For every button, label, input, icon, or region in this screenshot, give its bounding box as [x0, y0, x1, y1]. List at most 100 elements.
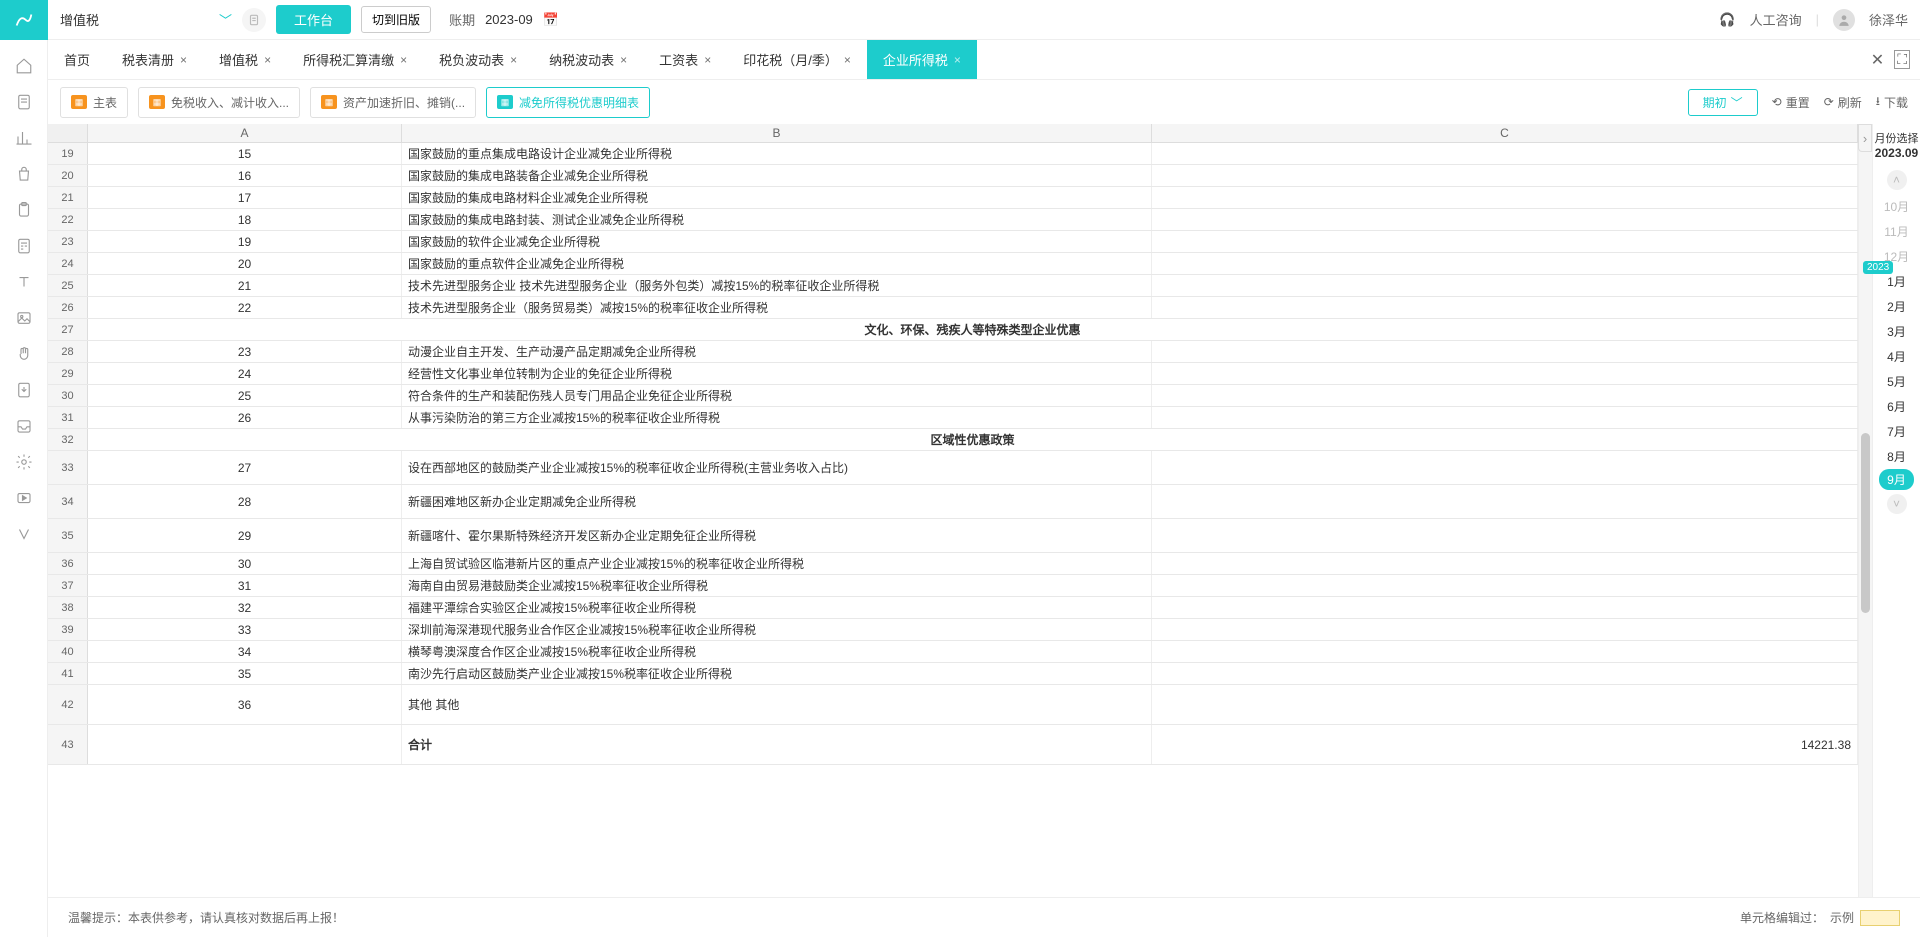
sub-tab-3[interactable]: ▦减免所得税优惠明细表	[486, 87, 650, 118]
row-header[interactable]: 26	[48, 297, 88, 318]
row-header[interactable]: 38	[48, 597, 88, 618]
close-icon[interactable]: ×	[180, 53, 187, 67]
cell-c[interactable]	[1152, 385, 1858, 406]
month-down-icon[interactable]: ˅	[1887, 494, 1907, 514]
cell-c[interactable]	[1152, 165, 1858, 186]
cell-a[interactable]: 20	[88, 253, 402, 274]
user-avatar[interactable]	[1833, 9, 1855, 31]
cell-b[interactable]: 动漫企业自主开发、生产动漫产品定期减免企业所得税	[402, 341, 1152, 362]
cell-c[interactable]	[1152, 341, 1858, 362]
month-up-icon[interactable]: ˄	[1887, 170, 1907, 190]
row-header[interactable]: 33	[48, 451, 88, 484]
cell-c[interactable]	[1152, 485, 1858, 518]
row-header[interactable]: 19	[48, 143, 88, 164]
tab-0[interactable]: 首页	[48, 40, 106, 79]
col-header-a[interactable]: A	[88, 124, 402, 142]
month-option[interactable]: 8月	[1873, 444, 1920, 469]
cell-c[interactable]	[1152, 363, 1858, 384]
row-header[interactable]: 27	[48, 319, 88, 340]
month-option[interactable]: 6月	[1873, 394, 1920, 419]
clipboard-icon[interactable]	[0, 192, 48, 228]
cell-a[interactable]: 30	[88, 553, 402, 574]
cell-a[interactable]: 25	[88, 385, 402, 406]
cell-b[interactable]: 国家鼓励的集成电路装备企业减免企业所得税	[402, 165, 1152, 186]
cell-b[interactable]: 国家鼓励的软件企业减免企业所得税	[402, 231, 1152, 252]
cell-c[interactable]	[1152, 685, 1858, 724]
cell-b[interactable]: 上海自贸试验区临港新片区的重点产业企业减按15%的税率征收企业所得税	[402, 553, 1152, 574]
cell-c[interactable]	[1152, 209, 1858, 230]
cell-c[interactable]	[1152, 275, 1858, 296]
cell-c[interactable]	[1152, 451, 1858, 484]
cell-b[interactable]: 海南自由贸易港鼓励类企业减按15%税率征收企业所得税	[402, 575, 1152, 596]
period-value[interactable]: 2023-09	[485, 12, 533, 27]
text-icon[interactable]	[0, 264, 48, 300]
tab-5[interactable]: 纳税波动表×	[533, 40, 643, 79]
row-header[interactable]: 25	[48, 275, 88, 296]
month-option[interactable]: 9月	[1879, 469, 1914, 490]
tab-7[interactable]: 印花税（月/季）×	[727, 40, 867, 79]
cell-b[interactable]: 符合条件的生产和装配伤残人员专门用品企业免征企业所得税	[402, 385, 1152, 406]
tab-8[interactable]: 企业所得税×	[867, 40, 977, 79]
switch-old-button[interactable]: 切到旧版	[361, 6, 431, 33]
row-header[interactable]: 40	[48, 641, 88, 662]
cell-c[interactable]	[1152, 663, 1858, 684]
col-header-b[interactable]: B	[402, 124, 1152, 142]
cell-b[interactable]: 福建平潭综合实验区企业减按15%税率征收企业所得税	[402, 597, 1152, 618]
cell-b[interactable]: 从事污染防治的第三方企业减按15%的税率征收企业所得税	[402, 407, 1152, 428]
row-header[interactable]: 41	[48, 663, 88, 684]
cell-a[interactable]: 33	[88, 619, 402, 640]
sub-tab-2[interactable]: ▦资产加速折旧、摊销(...	[310, 87, 476, 118]
support-icon[interactable]: 🎧	[1719, 12, 1735, 28]
row-header[interactable]: 35	[48, 519, 88, 552]
cell-b[interactable]: 新疆困难地区新办企业定期减免企业所得税	[402, 485, 1152, 518]
chart-icon[interactable]	[0, 120, 48, 156]
cell-b[interactable]: 经营性文化事业单位转制为企业的免征企业所得税	[402, 363, 1152, 384]
export-icon[interactable]	[0, 372, 48, 408]
row-header[interactable]: 39	[48, 619, 88, 640]
cell-c[interactable]	[1152, 187, 1858, 208]
tax-type-selector[interactable]: 增值税 ﹀	[60, 10, 232, 29]
tab-4[interactable]: 税负波动表×	[423, 40, 533, 79]
cell-a[interactable]: 23	[88, 341, 402, 362]
cell-c[interactable]	[1152, 253, 1858, 274]
cell-a[interactable]: 21	[88, 275, 402, 296]
doc-icon[interactable]	[0, 84, 48, 120]
user-name[interactable]: 徐泽华	[1869, 10, 1908, 29]
month-option[interactable]: 10月	[1884, 194, 1909, 219]
calendar-icon[interactable]: 📅	[543, 12, 559, 28]
cell-b[interactable]: 南沙先行启动区鼓励类产业企业减按15%税率征收企业所得税	[402, 663, 1152, 684]
month-option[interactable]: 7月	[1873, 419, 1920, 444]
row-header[interactable]: 23	[48, 231, 88, 252]
tab-1[interactable]: 税表清册×	[106, 40, 203, 79]
row-header[interactable]: 32	[48, 429, 88, 450]
cell-a[interactable]: 26	[88, 407, 402, 428]
note-icon[interactable]	[242, 8, 266, 32]
cell-a[interactable]: 29	[88, 519, 402, 552]
month-option[interactable]: 11月	[1884, 219, 1909, 244]
cell-c[interactable]	[1152, 597, 1858, 618]
close-icon[interactable]: ×	[704, 53, 711, 67]
cell-b[interactable]: 国家鼓励的重点软件企业减免企业所得税	[402, 253, 1152, 274]
collapse-month-panel[interactable]: ›	[1858, 124, 1872, 152]
cell-a[interactable]: 24	[88, 363, 402, 384]
col-header-c[interactable]: C	[1152, 124, 1858, 142]
cell-a[interactable]: 32	[88, 597, 402, 618]
cell-c[interactable]	[1152, 619, 1858, 640]
row-header[interactable]: 28	[48, 341, 88, 362]
cell-c[interactable]	[1152, 143, 1858, 164]
cell-a[interactable]: 18	[88, 209, 402, 230]
section-header[interactable]: 区域性优惠政策	[88, 429, 1858, 450]
cell-a[interactable]: 35	[88, 663, 402, 684]
workbench-button[interactable]: 工作台	[276, 5, 351, 34]
close-icon[interactable]: ×	[264, 53, 271, 67]
bag-icon[interactable]	[0, 156, 48, 192]
row-header[interactable]: 24	[48, 253, 88, 274]
row-header[interactable]: 43	[48, 725, 88, 764]
calc-icon[interactable]	[0, 228, 48, 264]
video-icon[interactable]	[0, 480, 48, 516]
close-icon[interactable]: ×	[620, 53, 627, 67]
tab-2[interactable]: 增值税×	[203, 40, 287, 79]
reset-button[interactable]: ⟲重置	[1772, 94, 1810, 111]
close-icon[interactable]: ×	[844, 53, 851, 67]
row-header[interactable]: 34	[48, 485, 88, 518]
